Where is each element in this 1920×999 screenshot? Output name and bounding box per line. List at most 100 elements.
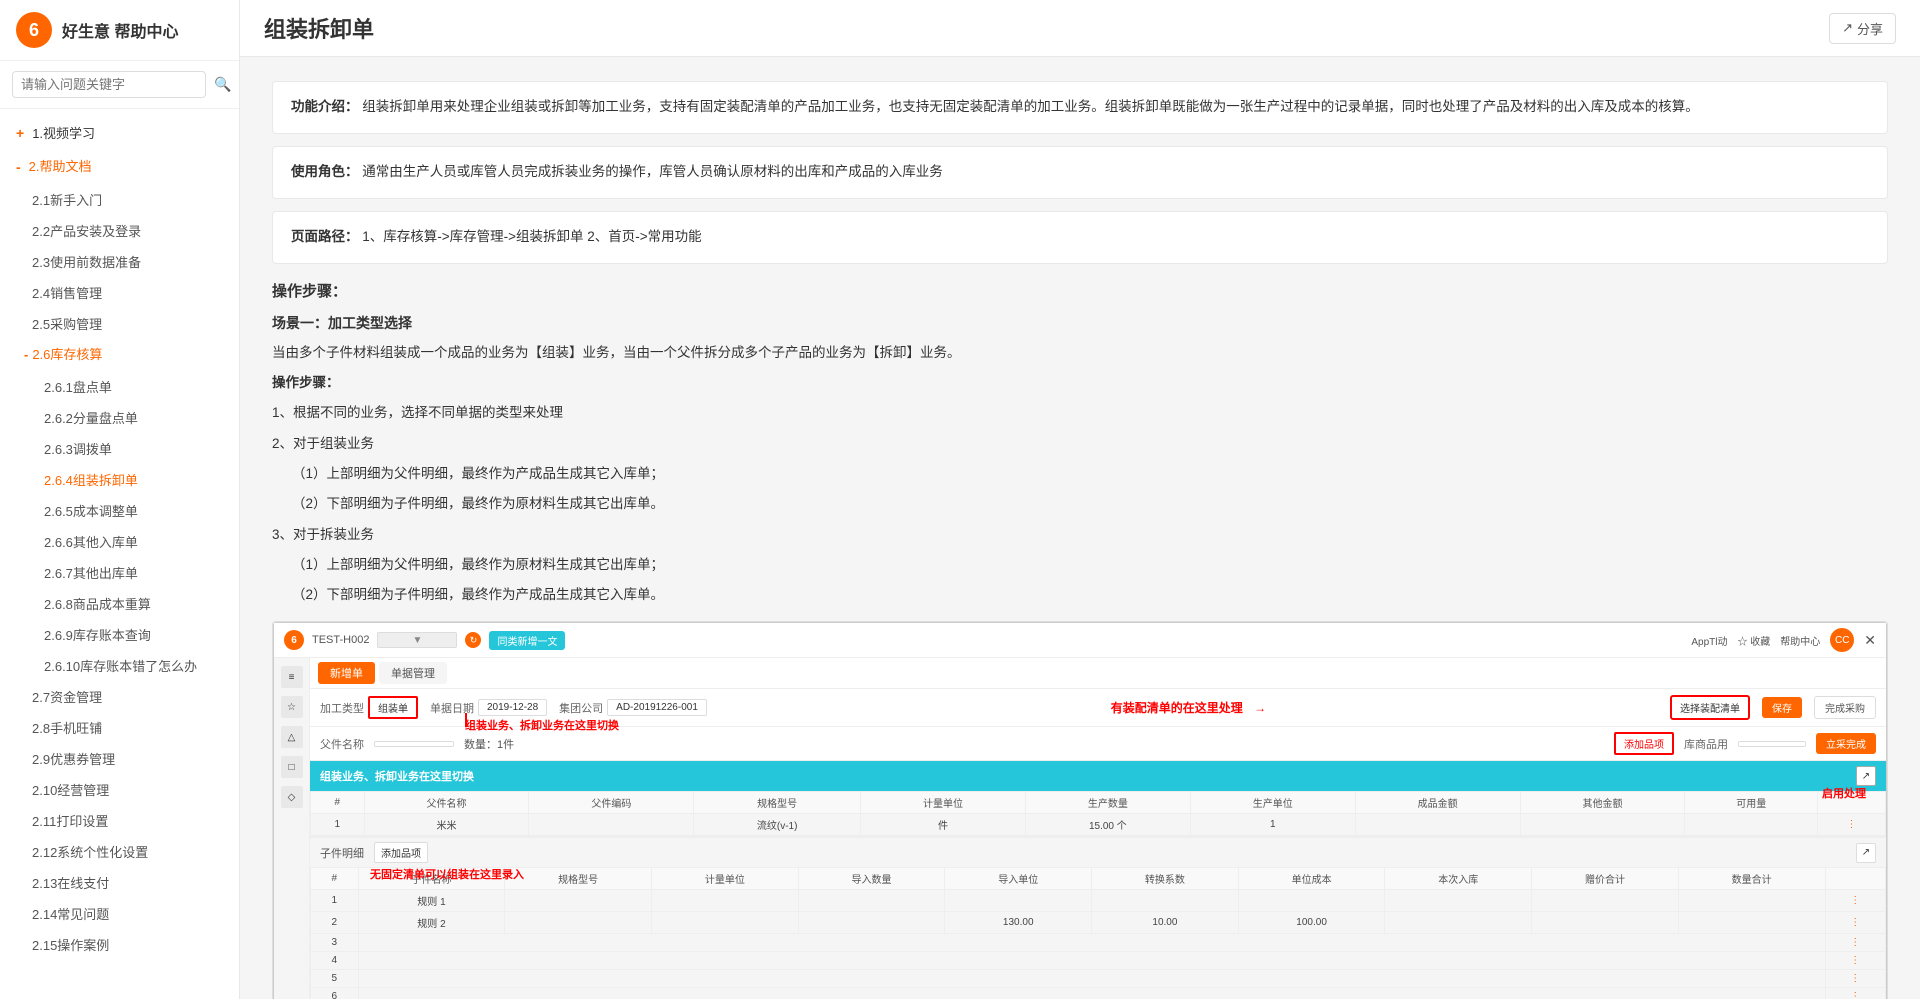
sidebar-item-data[interactable]: 2.3使用前数据准备 xyxy=(0,246,239,277)
app-side-icon1[interactable]: ≡ xyxy=(281,666,303,688)
app-lcell-empty5 xyxy=(358,970,1825,988)
share-button[interactable]: ↗ 分享 xyxy=(1829,13,1896,44)
app-highlight-label: 有装配清单的在这里处理 → xyxy=(719,699,1658,716)
app-lth-num: # xyxy=(311,868,359,890)
app-lcell-qtytotal1 xyxy=(1678,890,1825,912)
app-tab-new[interactable]: 新增单 xyxy=(318,662,375,684)
sidebar-item-inv261[interactable]: 2.6.1盘点单 xyxy=(0,371,239,402)
sidebar-item-inv2610[interactable]: 2.6.10库存账本错了怎么办 xyxy=(0,650,239,681)
sidebar-item-cases[interactable]: 2.15操作案例 xyxy=(0,929,239,960)
path-box: 页面路径： 1、库存核算->库存管理->组装拆卸单 2、首页->常用功能 xyxy=(272,211,1888,264)
app-select-bom-btn[interactable]: 选择装配清单 xyxy=(1670,695,1750,720)
sidebar-item-inv264[interactable]: 2.6.4组装拆卸单 xyxy=(0,464,239,495)
sidebar-item-manage[interactable]: 2.10经营管理 xyxy=(0,774,239,805)
sidebar-item-print[interactable]: 2.11打印设置 xyxy=(0,805,239,836)
sidebar-item-new[interactable]: 2.1新手入门 xyxy=(0,184,239,215)
app-lower-actions: ↗ xyxy=(1856,843,1876,863)
app-th-prod-qty: 生产数量 xyxy=(1025,792,1190,814)
sidebar-item-inv262[interactable]: 2.6.2分量盘点单 xyxy=(0,402,239,433)
app-field-date-value[interactable]: 2019-12-28 xyxy=(478,699,547,716)
app-lth-instock: 本次入库 xyxy=(1385,868,1532,890)
app-teal-btn[interactable]: ↗ xyxy=(1856,766,1876,786)
sidebar-item-sales[interactable]: 2.4销售管理 xyxy=(0,277,239,308)
app-side-icon4[interactable]: □ xyxy=(281,756,303,778)
sidebar-item-inv267[interactable]: 2.6.7其他出库单 xyxy=(0,557,239,588)
app-menu-apptl[interactable]: AppTl动 xyxy=(1691,633,1727,648)
logo-text: 好生意 帮助中心 xyxy=(62,18,178,42)
app-menu-help[interactable]: 帮助中心 xyxy=(1780,633,1820,648)
app-lcell-act6[interactable]: ⋮ xyxy=(1825,988,1886,999)
app-warehouse-input[interactable] xyxy=(1738,741,1806,747)
app-side-icon5[interactable]: ◇ xyxy=(281,786,303,808)
sidebar-item-inv263[interactable]: 2.6.3调拨单 xyxy=(0,433,239,464)
app-cell-act1[interactable]: ⋮ xyxy=(1818,814,1886,836)
sidebar-item-inv268[interactable]: 2.6.8商品成本重算 xyxy=(0,588,239,619)
app-lower-row2: 2 规则 2 130.00 10.00 100.00 xyxy=(311,912,1886,934)
app-lcell-gifttotal2 xyxy=(1532,912,1679,934)
sidebar-item-inventory[interactable]: - 2.6库存核算 xyxy=(0,339,239,371)
sidebar-item-docs[interactable]: - 2.帮助文档 xyxy=(0,151,239,185)
app-th-other-amount: 其他金额 xyxy=(1520,792,1685,814)
app-field-group-value[interactable]: AD-20191226-001 xyxy=(607,699,707,716)
sidebar-item-faq[interactable]: 2.14常见问题 xyxy=(0,898,239,929)
app-tab-manage[interactable]: 单据管理 xyxy=(379,662,447,684)
step3: 3、对于拆装业务 xyxy=(272,523,1888,547)
app-field-group: 集团公司 AD-20191226-001 xyxy=(559,699,707,716)
app-confirm-btn[interactable]: 立采完成 xyxy=(1816,733,1876,754)
app-lower-table-wrap: # 子件名称 规格型号 计量单位 导入数量 导入单位 转换系数 单位成本 本次入 xyxy=(310,867,1886,999)
app-upper-row1: 1 米米 流纹(v-1) 件 15.00 个 1 xyxy=(311,814,1886,836)
app-lcell-act2[interactable]: ⋮ xyxy=(1825,912,1886,934)
app-field-type-value[interactable]: 组装单 xyxy=(368,696,418,719)
app-side-icon3[interactable]: △ xyxy=(281,726,303,748)
sidebar-header: 6 好生意 帮助中心 xyxy=(0,0,239,61)
screenshot-container: 6 TEST-H002 ▼ ↻ 同类新增一文 AppTl动 ☆ 收藏 帮助中心 … xyxy=(272,621,1888,999)
app-parent-name-input[interactable] xyxy=(374,741,454,747)
app-cell-avail1 xyxy=(1685,814,1818,836)
app-user-avatar[interactable]: CC xyxy=(1830,628,1854,652)
app-lcell-act3[interactable]: ⋮ xyxy=(1825,934,1886,952)
sidebar-item-purchase[interactable]: 2.5采购管理 xyxy=(0,308,239,339)
app-cell-produnit1: 1 xyxy=(1190,814,1355,836)
search-input[interactable] xyxy=(12,71,206,98)
expand-icon-docs: - xyxy=(16,158,21,178)
app-lth-import-qty: 导入数量 xyxy=(798,868,945,890)
sidebar-item-video[interactable]: + 1.视频学习 xyxy=(0,117,239,151)
search-button[interactable]: 🔍 xyxy=(212,74,233,95)
path-text: 页面路径： 1、库存核算->库存管理->组装拆卸单 2、首页->常用功能 xyxy=(291,226,1869,249)
sidebar-item-inv266[interactable]: 2.6.6其他入库单 xyxy=(0,526,239,557)
app-menu-setting[interactable]: ☆ 收藏 xyxy=(1737,633,1770,648)
sidebar-item-inv265[interactable]: 2.6.5成本调整单 xyxy=(0,495,239,526)
app-lcell-importunit1 xyxy=(945,890,1092,912)
app-finish-btn[interactable]: 完成采购 xyxy=(1814,696,1876,719)
sidebar-item-payment[interactable]: 2.13在线支付 xyxy=(0,867,239,898)
app-lcell-act1[interactable]: ⋮ xyxy=(1825,890,1886,912)
step2-1: （1）上部明细为父件明细，最终作为产成品生成其它入库单； xyxy=(272,462,1888,486)
app-lower-btn1[interactable]: ↗ xyxy=(1856,843,1876,863)
role-content: 通常由生产人员或库管人员完成拆装业务的操作，库管人员确认原材料的出库和产成品的入… xyxy=(362,164,943,179)
app-refresh[interactable]: ↻ xyxy=(465,632,481,648)
app-lcell-cname2: 规则 2 xyxy=(358,912,505,934)
sidebar-item-coupon[interactable]: 2.9优惠券管理 xyxy=(0,743,239,774)
sidebar-item-finance[interactable]: 2.7资金管理 xyxy=(0,681,239,712)
app-save-btn[interactable]: 保存 xyxy=(1762,697,1802,718)
app-lower-row5: 5 ⋮ xyxy=(311,970,1886,988)
app-lcell-num2: 2 xyxy=(311,912,359,934)
app-new-doc-btn[interactable]: 同类新增一文 xyxy=(489,631,565,650)
app-close[interactable]: ✕ xyxy=(1864,632,1876,649)
sidebar-item-inv269[interactable]: 2.6.9库存账本查询 xyxy=(0,619,239,650)
app-lower-row4: 4 ⋮ xyxy=(311,952,1886,970)
app-lcell-act5[interactable]: ⋮ xyxy=(1825,970,1886,988)
app-add-item-btn[interactable]: 添加品项 xyxy=(1614,732,1674,755)
app-dropdown[interactable]: ▼ xyxy=(377,632,457,648)
app-child-add-btn[interactable]: 添加品项 xyxy=(374,842,428,863)
app-lcell-act4[interactable]: ⋮ xyxy=(1825,952,1886,970)
app-lcell-unitcost1 xyxy=(1238,890,1385,912)
app-side-icon2[interactable]: ☆ xyxy=(281,696,303,718)
sidebar-item-mobile[interactable]: 2.8手机旺铺 xyxy=(0,712,239,743)
app-tabs-bar: 新增单 单据管理 xyxy=(310,658,1886,689)
sidebar-item-sysconfig[interactable]: 2.12系统个性化设置 xyxy=(0,836,239,867)
app-lcell-spec1 xyxy=(505,890,652,912)
app-th-parent-name: 父件名称 xyxy=(364,792,529,814)
sidebar-item-install[interactable]: 2.2产品安装及登录 xyxy=(0,215,239,246)
app-th-prod-unit: 生产单位 xyxy=(1190,792,1355,814)
